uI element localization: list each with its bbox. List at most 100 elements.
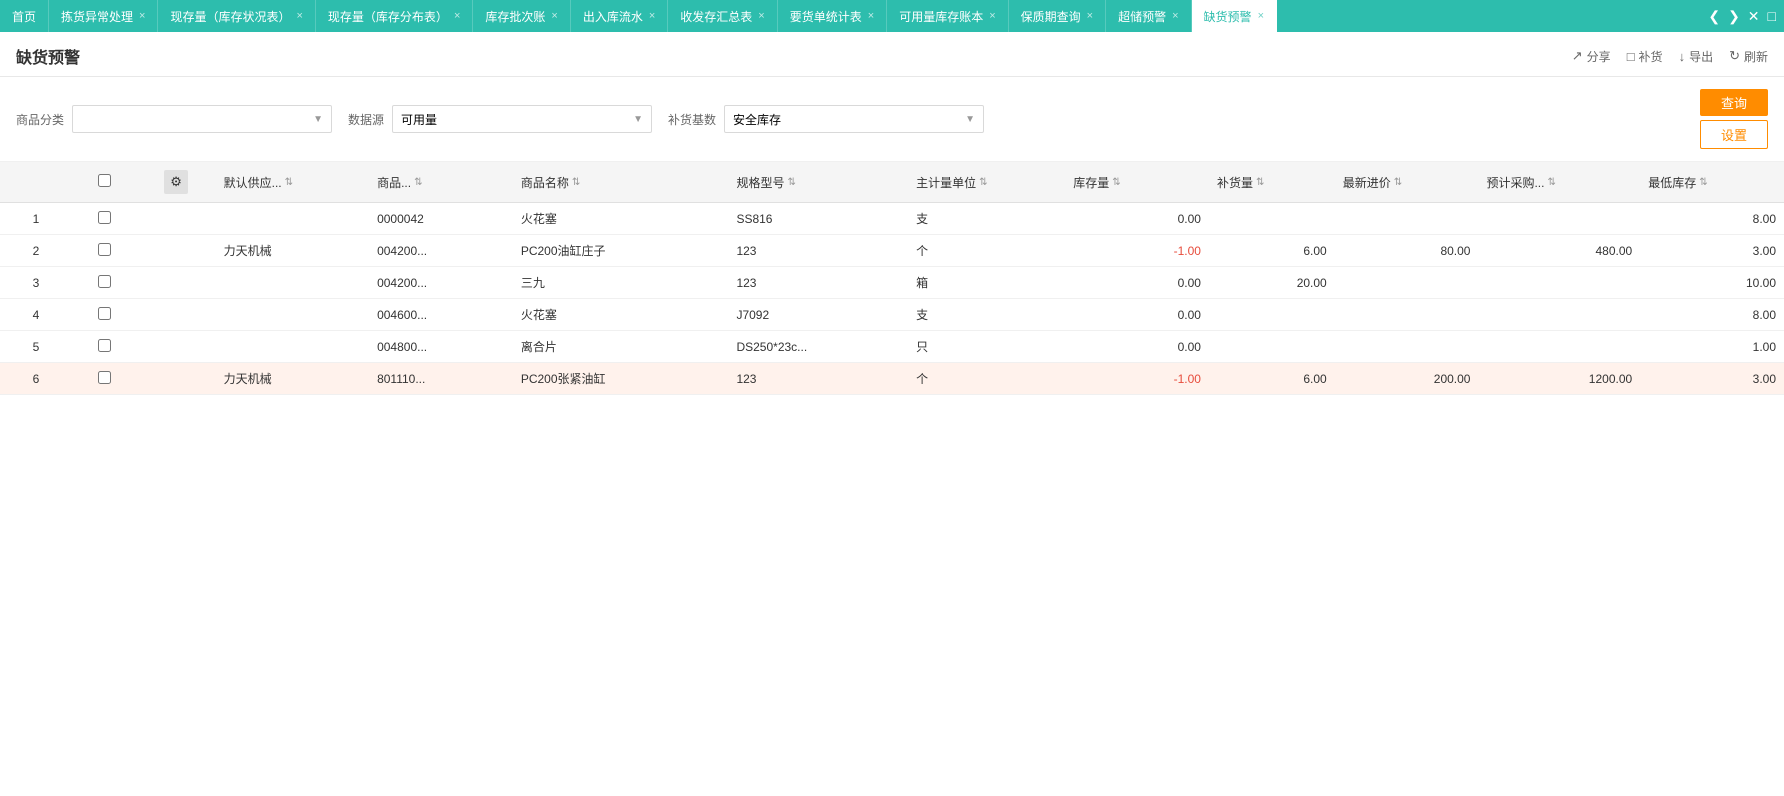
tab-pick-exception[interactable]: 拣货异常处理 × <box>49 0 158 32</box>
sort-stock-icon[interactable]: ⇅ <box>1112 177 1120 188</box>
export-button[interactable]: ↓ 导出 <box>1679 48 1714 65</box>
page-header: 缺货预警 ↗ 分享 □ 补货 ↓ 导出 ↻ 刷新 <box>0 32 1784 77</box>
main-content: 缺货预警 ↗ 分享 □ 补货 ↓ 导出 ↻ 刷新 商品分类 <box>0 32 1784 796</box>
row-stock: 0.00 <box>1065 267 1209 299</box>
sort-supplier-icon[interactable]: ⇅ <box>285 177 293 188</box>
row-checkbox-cell <box>72 299 137 331</box>
sort-spec-icon[interactable]: ⇅ <box>787 177 795 188</box>
tab-purchase-stats[interactable]: 要货单统计表 × <box>778 0 887 32</box>
data-source-select[interactable]: 可用量 ▼ <box>392 105 652 133</box>
col-header-price: 最新进价 ⇅ <box>1335 162 1479 203</box>
row-spec: SS816 <box>728 203 908 235</box>
tab-scroll-left[interactable]: ❮ <box>1704 0 1724 32</box>
sort-name-icon[interactable]: ⇅ <box>572 177 580 188</box>
row-checkbox[interactable] <box>98 339 111 352</box>
close-tab-4[interactable]: × <box>551 10 557 22</box>
row-name: PC200油缸庄子 <box>513 235 729 267</box>
row-stock: -1.00 <box>1065 235 1209 267</box>
table-row: 1 0000042 火花塞 SS816 支 0.00 8.00 <box>0 203 1784 235</box>
row-stock: 0.00 <box>1065 203 1209 235</box>
tab-expiry-query[interactable]: 保质期查询 × <box>1009 0 1106 32</box>
row-supplier <box>216 203 369 235</box>
row-code: 004200... <box>369 267 513 299</box>
sort-code-icon[interactable]: ⇅ <box>414 177 422 188</box>
query-button[interactable]: 查询 <box>1700 89 1768 116</box>
tab-overstock-warning[interactable]: 超储预警 × <box>1106 0 1191 32</box>
tab-home[interactable]: 首页 <box>0 0 49 32</box>
row-supplier <box>216 331 369 363</box>
row-restock <box>1209 331 1335 363</box>
close-tab-1[interactable]: × <box>139 10 145 22</box>
row-checkbox[interactable] <box>98 371 111 384</box>
tab-summary[interactable]: 收发存汇总表 × <box>668 0 777 32</box>
refresh-button[interactable]: ↻ 刷新 <box>1729 48 1768 65</box>
row-supplier: 力天机械 <box>216 363 369 395</box>
row-checkbox-cell <box>72 203 137 235</box>
row-checkbox[interactable] <box>98 243 111 256</box>
close-tab-8[interactable]: × <box>989 10 995 22</box>
product-category-select[interactable]: ▼ <box>72 105 332 133</box>
close-tab-11[interactable]: × <box>1258 10 1264 22</box>
close-tab-9[interactable]: × <box>1087 10 1093 22</box>
settings-button[interactable]: 设置 <box>1700 120 1768 149</box>
col-header-num <box>0 162 72 203</box>
row-checkbox-cell <box>72 267 137 299</box>
close-tab-5[interactable]: × <box>649 10 655 22</box>
col-header-code: 商品... ⇅ <box>369 162 513 203</box>
row-minstock: 3.00 <box>1640 363 1784 395</box>
product-category-label: 商品分类 <box>16 111 64 128</box>
tab-shortage-warning[interactable]: 缺货预警 × <box>1192 0 1277 32</box>
row-name: 离合片 <box>513 331 729 363</box>
row-restock: 20.00 <box>1209 267 1335 299</box>
tab-batch-account[interactable]: 库存批次账 × <box>473 0 570 32</box>
row-spec: 123 <box>728 235 908 267</box>
restock-base-select[interactable]: 安全库存 ▼ <box>724 105 984 133</box>
row-estimated <box>1478 331 1640 363</box>
row-unit: 支 <box>908 299 1065 331</box>
tab-inventory-status[interactable]: 现存量（库存状况表） × <box>158 0 315 32</box>
col-header-name: 商品名称 ⇅ <box>513 162 729 203</box>
data-source-group: 数据源 可用量 ▼ <box>348 105 652 133</box>
restock-button[interactable]: □ 补货 <box>1627 48 1663 65</box>
data-source-label: 数据源 <box>348 111 384 128</box>
col-header-restock: 补货量 ⇅ <box>1209 162 1335 203</box>
tab-inout-flow[interactable]: 出入库流水 × <box>571 0 668 32</box>
close-tab-2[interactable]: × <box>296 10 302 22</box>
col-header-estimated: 预计采购... ⇅ <box>1478 162 1640 203</box>
sort-price-icon[interactable]: ⇅ <box>1394 177 1402 188</box>
col-header-minstock: 最低库存 ⇅ <box>1640 162 1784 203</box>
table-header-row: ⚙ 默认供应... ⇅ 商品... ⇅ <box>0 162 1784 203</box>
sort-estimated-icon[interactable]: ⇅ <box>1547 177 1555 188</box>
close-tab-10[interactable]: × <box>1172 10 1178 22</box>
row-restock <box>1209 203 1335 235</box>
sort-minstock-icon[interactable]: ⇅ <box>1699 177 1707 188</box>
col-header-spec: 规格型号 ⇅ <box>728 162 908 203</box>
tab-close-all[interactable]: ✕ <box>1744 0 1764 32</box>
row-checkbox[interactable] <box>98 211 111 224</box>
table-settings-gear[interactable]: ⚙ <box>164 170 188 194</box>
row-minstock: 3.00 <box>1640 235 1784 267</box>
table-row: 2 力天机械 004200... PC200油缸庄子 123 个 -1.00 6… <box>0 235 1784 267</box>
close-tab-7[interactable]: × <box>868 10 874 22</box>
row-checkbox-cell <box>72 331 137 363</box>
row-spec: 123 <box>728 267 908 299</box>
row-minstock: 8.00 <box>1640 299 1784 331</box>
filter-bar: 商品分类 ▼ 数据源 可用量 ▼ 补货基数 安全库存 ▼ 查询 设置 <box>0 77 1784 162</box>
row-restock: 6.00 <box>1209 363 1335 395</box>
row-code: 004200... <box>369 235 513 267</box>
share-button[interactable]: ↗ 分享 <box>1572 48 1611 65</box>
sort-restock-icon[interactable]: ⇅ <box>1256 177 1264 188</box>
sort-unit-icon[interactable]: ⇅ <box>979 177 987 188</box>
restock-arrow-icon: ▼ <box>965 114 975 125</box>
close-tab-6[interactable]: × <box>758 10 764 22</box>
close-tab-3[interactable]: × <box>454 10 460 22</box>
col-header-supplier: 默认供应... ⇅ <box>216 162 369 203</box>
row-checkbox[interactable] <box>98 307 111 320</box>
tab-scroll-right[interactable]: ❯ <box>1724 0 1744 32</box>
row-price <box>1335 331 1479 363</box>
tab-available-ledger[interactable]: 可用量库存账本 × <box>887 0 1008 32</box>
row-checkbox[interactable] <box>98 275 111 288</box>
select-all-checkbox[interactable] <box>98 174 111 187</box>
tab-inventory-dist[interactable]: 现存量（库存分布表） × <box>316 0 473 32</box>
tab-fullscreen[interactable]: □ <box>1764 0 1780 32</box>
